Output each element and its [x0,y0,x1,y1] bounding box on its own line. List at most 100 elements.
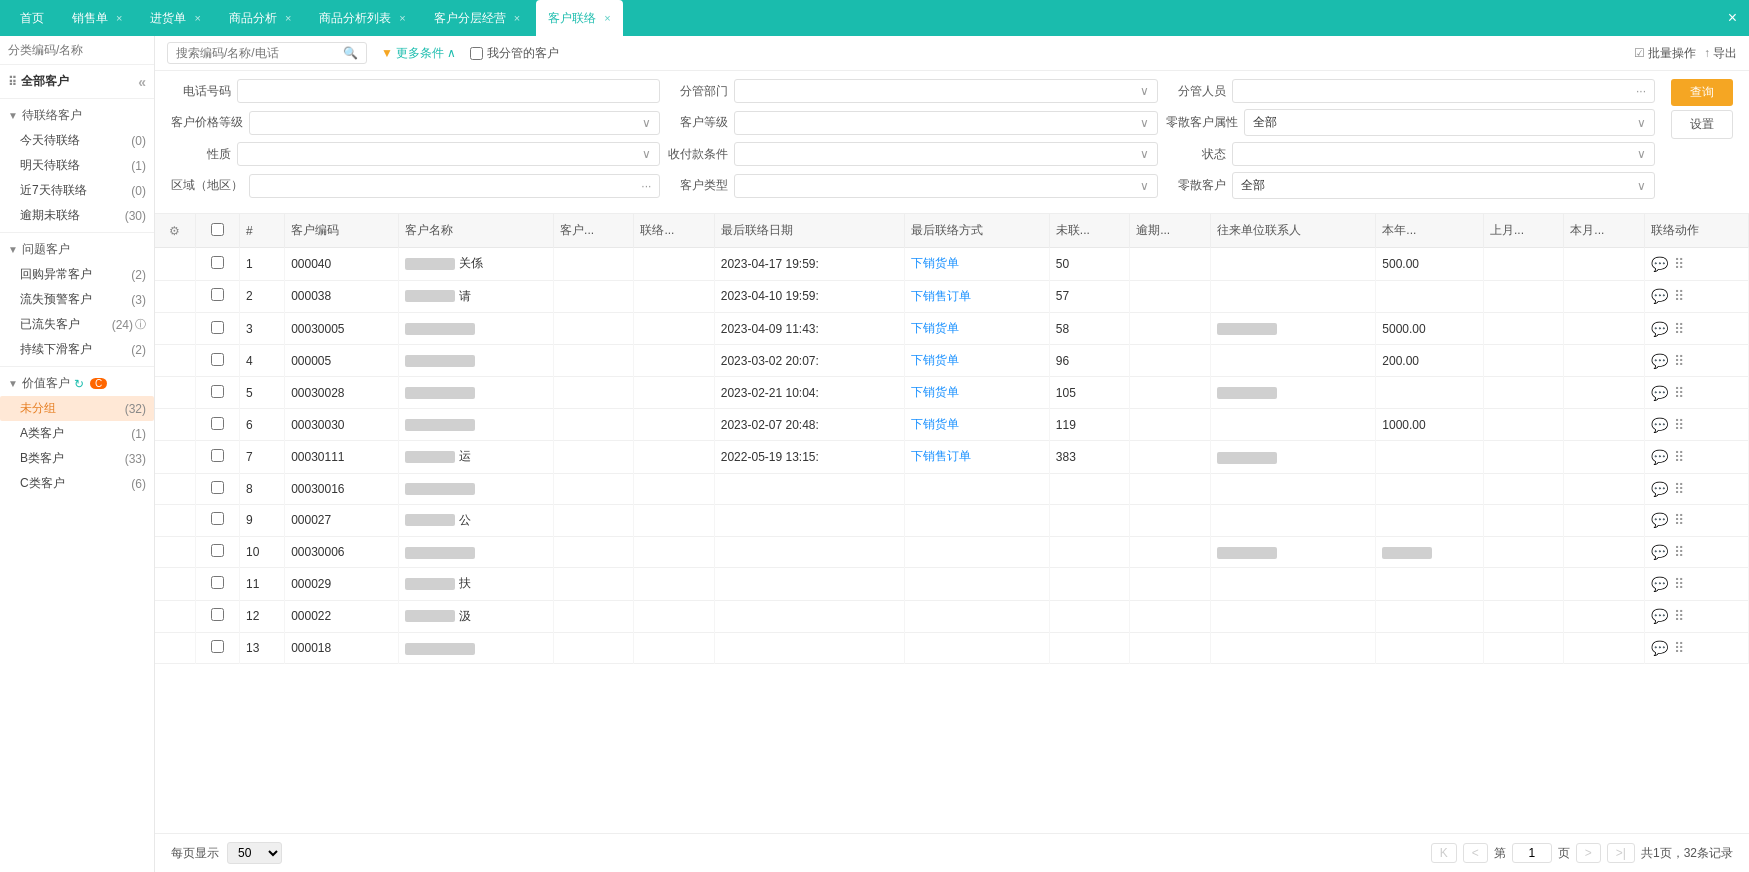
tab-sales-close[interactable]: × [116,12,122,24]
adv-select-dept[interactable]: ∨ [734,79,1157,103]
prev-page-button[interactable]: < [1463,843,1488,863]
tab-product-analysis[interactable]: 商品分析 × [217,0,303,36]
tab-sales[interactable]: 销售单 × [60,0,134,36]
sidebar-item-a-class[interactable]: A类客户 (1) [0,421,154,446]
row-checkbox-5[interactable] [211,417,224,430]
export-button[interactable]: ↑ 导出 [1704,45,1737,62]
last-method-link-0[interactable]: 下销货单 [911,256,959,270]
all-customers-header[interactable]: ⠿ 全部客户 « [0,65,154,94]
action-chat-icon-1[interactable]: 💬 [1651,288,1668,304]
sidebar-item-tomorrow[interactable]: 明天待联络 (1) [0,153,154,178]
more-conditions-button[interactable]: ▼ 更多条件 ∧ [375,43,462,64]
first-page-button[interactable]: K [1431,843,1457,863]
action-chat-icon-11[interactable]: 💬 [1651,608,1668,624]
row-checkbox-4[interactable] [211,385,224,398]
last-method-link-4[interactable]: 下销货单 [911,385,959,399]
row-checkbox-0[interactable] [211,256,224,269]
last-method-link-2[interactable]: 下销货单 [911,321,959,335]
next-page-button[interactable]: > [1576,843,1601,863]
adv-select-retail-attr[interactable]: 全部 ∨ [1244,109,1655,136]
batch-ops-button[interactable]: ☑ 批量操作 [1634,45,1696,62]
sidebar-item-overdue[interactable]: 逾期未联络 (30) [0,203,154,228]
action-chat-icon-2[interactable]: 💬 [1651,321,1668,337]
tab-purchase[interactable]: 进货单 × [138,0,212,36]
sidebar-group-value[interactable]: ▼ 价值客户 ↻ C [0,371,154,396]
refresh-icon[interactable]: ↻ [74,377,84,391]
action-chat-icon-6[interactable]: 💬 [1651,449,1668,465]
sidebar-item-declining[interactable]: 持续下滑客户 (2) [0,337,154,362]
adv-select-retail[interactable]: 全部 ∨ [1232,172,1655,199]
sidebar-group-pending[interactable]: ▼ 待联络客户 [0,103,154,128]
action-chat-icon-10[interactable]: 💬 [1651,576,1668,592]
last-method-link-1[interactable]: 下销售订单 [911,289,971,303]
action-chat-icon-4[interactable]: 💬 [1651,385,1668,401]
action-grid-icon-11[interactable]: ⠿ [1674,608,1684,624]
last-page-button[interactable]: >| [1607,843,1635,863]
row-checkbox-6[interactable] [211,449,224,462]
action-grid-icon-12[interactable]: ⠿ [1674,640,1684,656]
last-method-link-5[interactable]: 下销货单 [911,417,959,431]
action-grid-icon-2[interactable]: ⠿ [1674,321,1684,337]
tab-home[interactable]: 首页 [8,0,56,36]
select-all-checkbox[interactable] [211,223,224,236]
tab-customer-segment-close[interactable]: × [514,12,520,24]
action-chat-icon-7[interactable]: 💬 [1651,481,1668,497]
tab-product-analysis-list-close[interactable]: × [399,12,405,24]
main-search-icon[interactable]: 🔍 [343,46,358,60]
adv-select-customer-tier[interactable]: ∨ [734,111,1157,135]
adv-select-price-tier[interactable]: ∨ [249,111,660,135]
tab-customer-contact[interactable]: 客户联络 × [536,0,622,36]
adv-select-customer-type[interactable]: ∨ [734,174,1157,198]
action-grid-icon-3[interactable]: ⠿ [1674,353,1684,369]
action-grid-icon-0[interactable]: ⠿ [1674,256,1684,272]
sidebar-item-abnormal[interactable]: 回购异常客户 (2) [0,262,154,287]
adv-select-person[interactable]: ··· [1232,79,1655,103]
sidebar-item-today[interactable]: 今天待联络 (0) [0,128,154,153]
adv-input-phone[interactable] [237,79,660,103]
action-grid-icon-8[interactable]: ⠿ [1674,512,1684,528]
sidebar-item-churn-risk[interactable]: 流失预警客户 (3) [0,287,154,312]
last-method-link-3[interactable]: 下销货单 [911,353,959,367]
adv-select-nature[interactable]: ∨ [237,142,660,166]
adv-select-status[interactable]: ∨ [1232,142,1655,166]
row-checkbox-2[interactable] [211,321,224,334]
tab-product-analysis-list[interactable]: 商品分析列表 × [307,0,417,36]
reset-button[interactable]: 设置 [1671,110,1733,139]
last-method-link-6[interactable]: 下销售订单 [911,449,971,463]
close-all-tabs-button[interactable]: × [1728,9,1737,27]
sidebar-search-input[interactable] [8,43,155,57]
row-checkbox-1[interactable] [211,288,224,301]
action-chat-icon-9[interactable]: 💬 [1651,544,1668,560]
action-chat-icon-5[interactable]: 💬 [1651,417,1668,433]
action-grid-icon-5[interactable]: ⠿ [1674,417,1684,433]
sidebar-item-unsorted[interactable]: 未分组 (32) [0,396,154,421]
query-button[interactable]: 查询 [1671,79,1733,106]
sidebar-item-lost[interactable]: 已流失客户 (24) ⓘ [0,312,154,337]
action-chat-icon-0[interactable]: 💬 [1651,256,1668,272]
page-number-input[interactable] [1512,843,1552,863]
row-checkbox-7[interactable] [211,481,224,494]
action-chat-icon-12[interactable]: 💬 [1651,640,1668,656]
sidebar-group-problem[interactable]: ▼ 问题客户 [0,237,154,262]
row-checkbox-10[interactable] [211,576,224,589]
row-checkbox-9[interactable] [211,544,224,557]
tab-customer-segment[interactable]: 客户分层经营 × [422,0,532,36]
sidebar-item-b-class[interactable]: B类客户 (33) [0,446,154,471]
row-checkbox-8[interactable] [211,512,224,525]
row-checkbox-11[interactable] [211,608,224,621]
action-chat-icon-8[interactable]: 💬 [1651,512,1668,528]
adv-select-payment[interactable]: ∨ [734,142,1157,166]
action-grid-icon-4[interactable]: ⠿ [1674,385,1684,401]
per-page-select[interactable]: 50 100 200 [227,842,282,864]
adv-select-region[interactable]: ··· [249,174,660,198]
tab-purchase-close[interactable]: × [194,12,200,24]
action-chat-icon-3[interactable]: 💬 [1651,353,1668,369]
my-customers-checkbox-wrapper[interactable]: 我分管的客户 [470,45,559,62]
sidebar-collapse-button[interactable]: « [138,74,146,90]
action-grid-icon-6[interactable]: ⠿ [1674,449,1684,465]
sidebar-item-c-class[interactable]: C类客户 (6) [0,471,154,496]
tab-customer-contact-close[interactable]: × [604,12,610,24]
action-grid-icon-10[interactable]: ⠿ [1674,576,1684,592]
row-checkbox-12[interactable] [211,640,224,653]
action-grid-icon-1[interactable]: ⠿ [1674,288,1684,304]
